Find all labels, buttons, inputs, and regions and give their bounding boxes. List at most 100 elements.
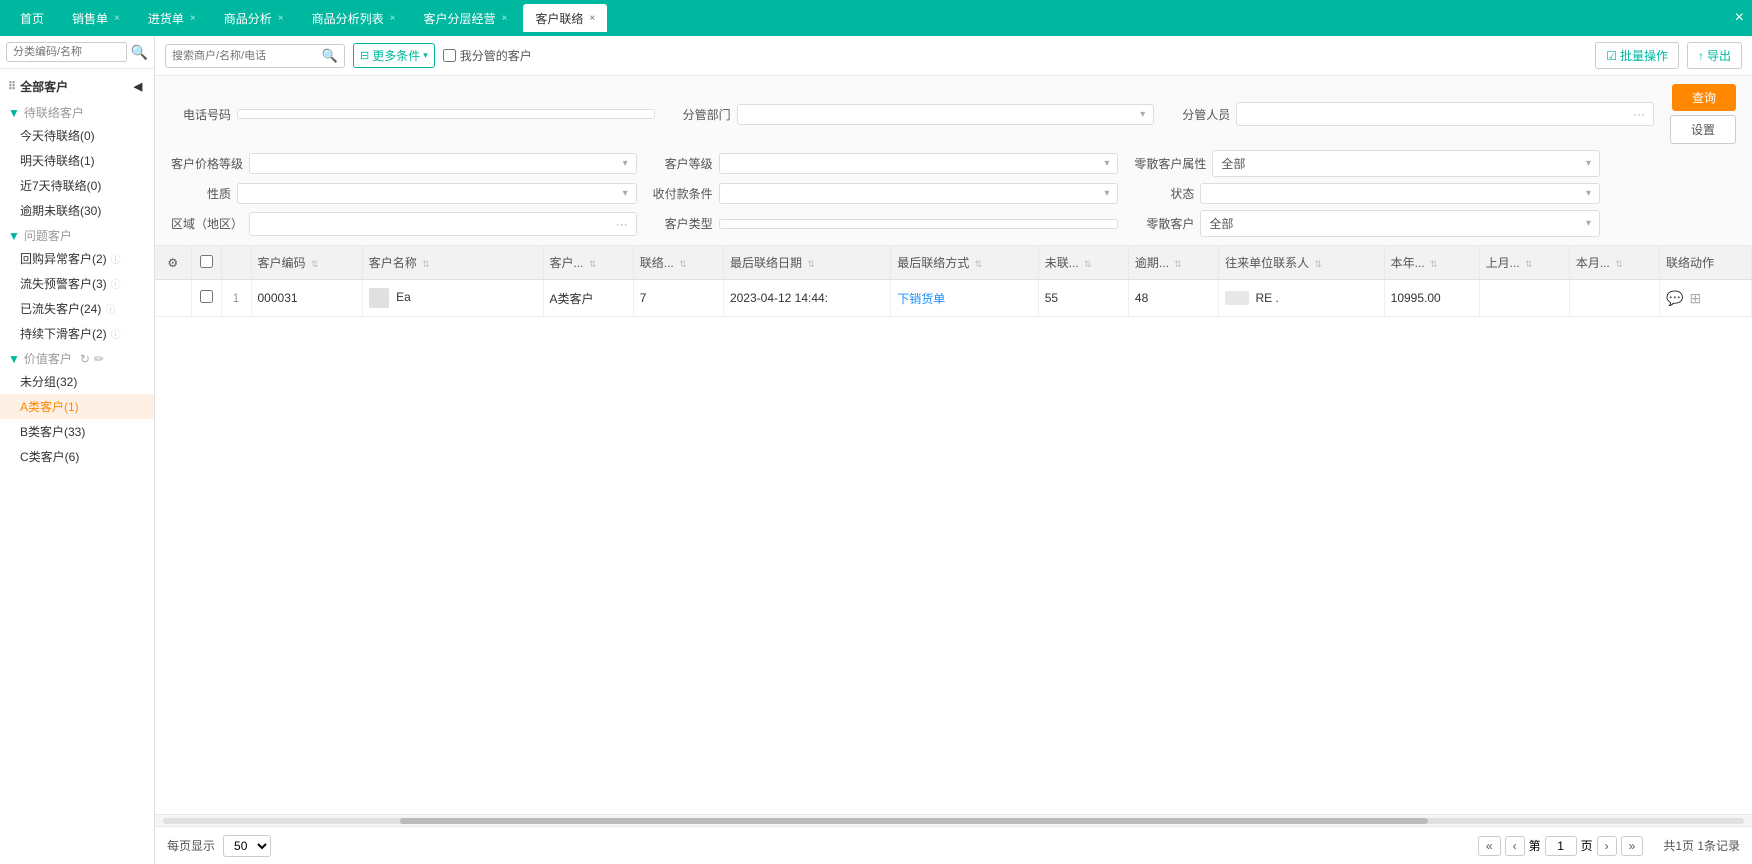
nature-label: 性质: [171, 185, 231, 202]
chevron-left-icon: ◀: [134, 80, 142, 93]
scroll-thumb[interactable]: [400, 818, 1428, 824]
sidebar-item-overdue-pending[interactable]: 逾期未联络(30): [0, 198, 154, 223]
sidebar-item-unclassified[interactable]: 未分组(32): [0, 369, 154, 394]
col-contact[interactable]: 联络... ⇅: [633, 246, 723, 280]
col-code[interactable]: 客户编码 ⇅: [251, 246, 362, 280]
sidebar-search-input[interactable]: [6, 42, 127, 62]
row-name: Ea: [396, 290, 411, 304]
next-page-btn[interactable]: ›: [1597, 836, 1617, 856]
query-btn[interactable]: 查询: [1672, 84, 1736, 111]
col-settings[interactable]: ⚙: [155, 246, 191, 280]
col-company-contact[interactable]: 往来单位联系人 ⇅: [1219, 246, 1385, 280]
sidebar-item-tomorrow-pending[interactable]: 明天待联络(1): [0, 148, 154, 173]
sidebar-item-class-a[interactable]: A类客户(1): [0, 394, 154, 419]
section-problem-customers[interactable]: ▼ 问题客户: [0, 223, 154, 246]
batch-op-icon: ☑: [1606, 49, 1617, 63]
page-size-select[interactable]: 50: [223, 835, 271, 857]
col-last-contact-date[interactable]: 最后联络日期 ⇅: [723, 246, 890, 280]
current-page-input[interactable]: [1545, 836, 1577, 856]
refresh-icon[interactable]: ↻: [80, 352, 90, 366]
tab-sales[interactable]: 销售单 ×: [60, 4, 132, 32]
last-page-btn[interactable]: »: [1621, 836, 1644, 856]
tab-product-analysis-list-label: 商品分析列表: [312, 10, 384, 27]
tab-home[interactable]: 首页: [8, 4, 56, 32]
close-sales-tab[interactable]: ×: [114, 13, 120, 24]
row-settings-cell: [155, 280, 191, 317]
batch-op-btn[interactable]: ☑ 批量操作: [1595, 42, 1679, 69]
scroll-track[interactable]: [163, 818, 1744, 824]
my-customer-checkbox-wrap[interactable]: 我分管的客户: [443, 47, 532, 64]
settings-icon[interactable]: ⚙: [167, 256, 178, 270]
close-product-analysis-list-tab[interactable]: ×: [390, 13, 396, 24]
status-select[interactable]: ▾: [1200, 183, 1600, 204]
section-pending-contact[interactable]: ▼ 待联络客户: [0, 100, 154, 123]
chat-icon[interactable]: 💬: [1666, 290, 1683, 307]
payment-select[interactable]: ▾: [719, 183, 1119, 204]
tab-customer-contact[interactable]: 客户联络 ×: [523, 4, 607, 32]
col-class[interactable]: 客户... ⇅: [543, 246, 633, 280]
phone-input[interactable]: [237, 109, 655, 119]
prev-page-btn[interactable]: ‹: [1505, 836, 1525, 856]
nature-select[interactable]: ▾: [237, 183, 637, 204]
edit-icon[interactable]: ✏: [94, 352, 104, 366]
col-last-month[interactable]: 上月... ⇅: [1479, 246, 1569, 280]
sidebar-item-class-b[interactable]: B类客户(33): [0, 419, 154, 444]
info-icon-2: ⓘ: [111, 276, 121, 291]
sidebar-item-class-c[interactable]: C类客户(6): [0, 444, 154, 469]
col-this-month[interactable]: 本月... ⇅: [1569, 246, 1659, 280]
close-customer-contact-tab[interactable]: ×: [589, 13, 595, 24]
customer-level-select[interactable]: ▾: [719, 153, 1119, 174]
row-last-method-link[interactable]: 下销货单: [897, 292, 945, 306]
close-product-analysis-tab[interactable]: ×: [278, 13, 284, 24]
arrow-down-icon: ▼: [8, 106, 20, 120]
global-close-btn[interactable]: ×: [1735, 9, 1744, 26]
export-btn[interactable]: ↑ 导出: [1687, 42, 1742, 69]
filter-price-level: 客户价格等级 ▾: [171, 153, 637, 174]
tab-product-analysis-list[interactable]: 商品分析列表 ×: [300, 4, 408, 32]
qr-icon[interactable]: ⊞: [1689, 290, 1701, 307]
col-no-contact[interactable]: 未联... ⇅: [1038, 246, 1128, 280]
sidebar-item-today-pending[interactable]: 今天待联络(0): [0, 123, 154, 148]
sidebar-search-icon[interactable]: 🔍: [131, 44, 148, 61]
col-name[interactable]: 客户名称 ⇅: [362, 246, 543, 280]
dept-select[interactable]: ▾: [737, 104, 1155, 125]
retail-attr-select[interactable]: 全部 ▾: [1212, 150, 1600, 177]
sidebar-all-customers[interactable]: ⠿ 全部客户 ◀: [0, 73, 154, 100]
col-this-year[interactable]: 本年... ⇅: [1384, 246, 1479, 280]
sidebar-item-lost-warning[interactable]: 流失预警客户(3) ⓘ: [0, 271, 154, 296]
main-search-icon[interactable]: 🔍: [322, 48, 338, 64]
col-overdue[interactable]: 逾期... ⇅: [1128, 246, 1218, 280]
page-size-label: 每页显示: [167, 837, 215, 854]
filter-payment: 收付款条件 ▾: [653, 183, 1119, 204]
filter-region: 区域（地区） ···: [171, 212, 637, 236]
retail-customer-select[interactable]: 全部 ▾: [1200, 210, 1600, 237]
settings-btn[interactable]: 设置: [1670, 115, 1736, 144]
price-level-select[interactable]: ▾: [249, 153, 637, 174]
tab-product-analysis-label: 商品分析: [224, 10, 272, 27]
col-last-contact-method[interactable]: 最后联络方式 ⇅: [891, 246, 1038, 280]
tab-customer-segment[interactable]: 客户分层经营 ×: [411, 4, 519, 32]
tab-product-analysis[interactable]: 商品分析 ×: [212, 4, 296, 32]
close-customer-segment-tab[interactable]: ×: [501, 13, 507, 24]
manager-select[interactable]: ···: [1236, 102, 1654, 126]
section-value-customers[interactable]: ▼ 价值客户 ↻ ✏: [0, 346, 154, 369]
arrow-down-icon-2: ▼: [8, 229, 20, 243]
sidebar-item-repeat-abnormal[interactable]: 回购异常客户(2) ⓘ: [0, 246, 154, 271]
filter-row-4: 区域（地区） ··· 客户类型 零散客户 全部 ▾: [171, 210, 1736, 237]
filter-customer-type: 客户类型: [653, 215, 1119, 232]
close-purchase-tab[interactable]: ×: [190, 13, 196, 24]
more-filters-btn[interactable]: ⊟ 更多条件 ▾: [353, 43, 435, 68]
horizontal-scrollbar[interactable]: [155, 814, 1752, 826]
customer-type-input[interactable]: [719, 219, 1119, 229]
sidebar-item-lost[interactable]: 已流失客户(24) ⓘ: [0, 296, 154, 321]
region-select[interactable]: ···: [249, 212, 637, 236]
tab-purchase[interactable]: 进货单 ×: [136, 4, 208, 32]
sidebar-item-continuous-decrease[interactable]: 持续下滑客户(2) ⓘ: [0, 321, 154, 346]
row-checkbox[interactable]: [200, 290, 213, 303]
select-all-checkbox[interactable]: [200, 255, 213, 268]
sidebar-item-week-pending[interactable]: 近7天待联络(0): [0, 173, 154, 198]
first-page-btn[interactable]: «: [1478, 836, 1501, 856]
main-search-input[interactable]: [172, 50, 318, 62]
my-customer-checkbox[interactable]: [443, 49, 456, 62]
collapse-all-btn[interactable]: ◀: [130, 79, 146, 95]
